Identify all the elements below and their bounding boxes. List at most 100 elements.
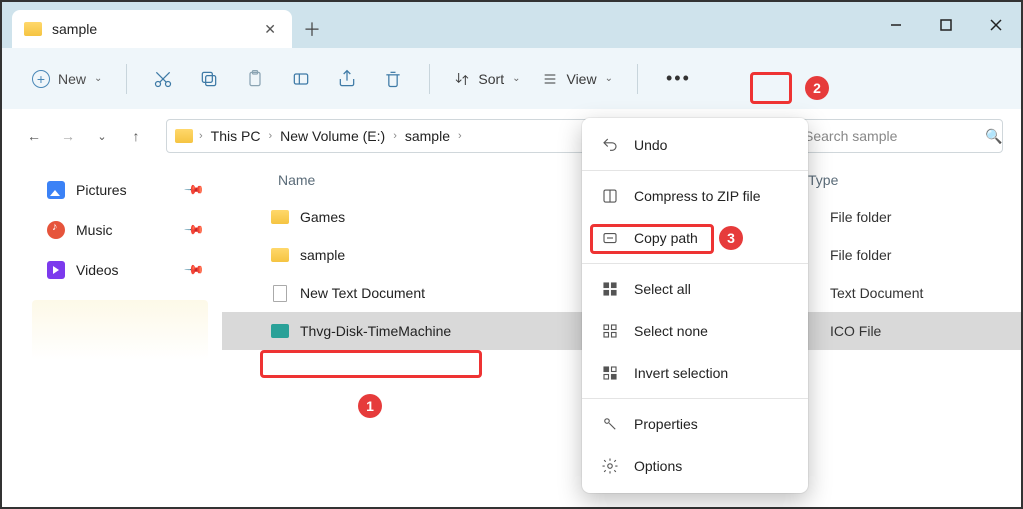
search-box[interactable]: 🔍 (793, 119, 1003, 153)
view-button[interactable]: View ⌄ (534, 65, 620, 93)
sidebar-item-label: Pictures (76, 182, 174, 198)
pin-icon: 📌 (183, 259, 206, 282)
undo-icon (600, 136, 620, 154)
copy-button[interactable] (189, 59, 229, 99)
separator (582, 263, 808, 264)
folder-icon (175, 129, 193, 143)
invert-icon (600, 364, 620, 382)
annotation-badge-3: 3 (719, 226, 743, 250)
menu-label: Properties (634, 416, 698, 432)
menu-label: Undo (634, 137, 667, 153)
search-input[interactable] (804, 128, 985, 144)
chevron-right-icon: › (193, 130, 209, 142)
menu-options[interactable]: Options (582, 445, 808, 487)
maximize-button[interactable] (921, 2, 971, 48)
menu-label: Copy path (634, 230, 698, 246)
menu-label: Options (634, 458, 682, 474)
select-all-icon (600, 280, 620, 298)
up-button[interactable]: ↑ (122, 122, 150, 150)
crumb-this-pc[interactable]: This PC (209, 126, 263, 146)
options-icon (600, 457, 620, 475)
properties-icon (600, 415, 620, 433)
cut-button[interactable] (143, 59, 183, 99)
separator (582, 170, 808, 171)
main: Pictures 📌 Music 📌 Videos 📌 Name ⌃ Type … (2, 162, 1021, 507)
zip-icon (600, 187, 620, 205)
separator (429, 64, 430, 94)
menu-compress[interactable]: Compress to ZIP file (582, 175, 808, 217)
recent-button[interactable]: ⌄ (88, 122, 116, 150)
sort-button[interactable]: Sort ⌄ (446, 65, 528, 93)
rename-button[interactable] (281, 59, 321, 99)
tab-active[interactable]: sample ✕ (12, 10, 292, 48)
pictures-icon (46, 180, 66, 200)
titlebar: sample ✕ ＋ (2, 2, 1021, 48)
file-type: File folder (830, 247, 891, 263)
sidebar-item-pictures[interactable]: Pictures 📌 (2, 170, 222, 210)
new-tab-button[interactable]: ＋ (292, 10, 332, 48)
chevron-right-icon: › (387, 130, 403, 142)
view-label: View (566, 71, 596, 87)
menu-properties[interactable]: Properties (582, 403, 808, 445)
annotation-badge-2: 2 (805, 76, 829, 100)
file-type: File folder (830, 209, 891, 225)
menu-label: Invert selection (634, 365, 728, 381)
paste-button[interactable] (235, 59, 275, 99)
chevron-down-icon: ⌄ (512, 73, 520, 84)
search-icon[interactable]: 🔍 (985, 128, 1002, 145)
file-icon (270, 284, 290, 302)
nav-row: ← → ⌄ ↑ › This PC › New Volume (E:) › sa… (2, 110, 1021, 162)
crumb-sample[interactable]: sample (403, 126, 452, 146)
menu-select-none[interactable]: Select none (582, 310, 808, 352)
more-button[interactable]: ••• (654, 62, 703, 95)
delete-button[interactable] (373, 59, 413, 99)
copy-path-icon (600, 229, 620, 247)
menu-invert[interactable]: Invert selection (582, 352, 808, 394)
chevron-down-icon: ⌄ (605, 73, 613, 84)
menu-label: Select none (634, 323, 708, 339)
forward-button[interactable]: → (54, 122, 82, 150)
quick-access-preview (32, 300, 208, 360)
ico-file-icon (270, 322, 290, 340)
sidebar-item-music[interactable]: Music 📌 (2, 210, 222, 250)
plus-circle-icon: + (32, 70, 50, 88)
menu-label: Compress to ZIP file (634, 188, 761, 204)
music-icon (46, 220, 66, 240)
chevron-down-icon: ⌄ (94, 73, 102, 84)
file-type: ICO File (830, 323, 881, 339)
folder-icon (24, 22, 42, 36)
chevron-right-icon: › (452, 130, 468, 142)
pin-icon: 📌 (183, 179, 206, 202)
menu-label: Select all (634, 281, 691, 297)
sidebar: Pictures 📌 Music 📌 Videos 📌 (2, 162, 222, 507)
share-button[interactable] (327, 59, 367, 99)
menu-undo[interactable]: Undo (582, 124, 808, 166)
separator (582, 398, 808, 399)
videos-icon (46, 260, 66, 280)
select-none-icon (600, 322, 620, 340)
separator (637, 64, 638, 94)
close-icon[interactable]: ✕ (260, 17, 280, 42)
sidebar-item-label: Music (76, 222, 174, 238)
close-button[interactable] (971, 2, 1021, 48)
folder-icon (270, 208, 290, 226)
window-controls (871, 2, 1021, 48)
tab-title: sample (52, 21, 260, 37)
folder-icon (270, 246, 290, 264)
separator (126, 64, 127, 94)
new-button[interactable]: + New ⌄ (24, 64, 110, 94)
new-label: New (58, 71, 86, 87)
sidebar-item-label: Videos (76, 262, 174, 278)
menu-copy-path[interactable]: Copy path (582, 217, 808, 259)
crumb-volume[interactable]: New Volume (E:) (278, 126, 387, 146)
toolbar: + New ⌄ Sort ⌄ View ⌄ ••• (2, 48, 1021, 110)
column-type[interactable]: Type (808, 172, 1008, 188)
chevron-right-icon: › (262, 130, 278, 142)
back-button[interactable]: ← (20, 122, 48, 150)
menu-select-all[interactable]: Select all (582, 268, 808, 310)
sidebar-item-videos[interactable]: Videos 📌 (2, 250, 222, 290)
annotation-badge-1: 1 (358, 394, 382, 418)
minimize-button[interactable] (871, 2, 921, 48)
file-type: Text Document (830, 285, 923, 301)
context-menu: Undo Compress to ZIP file Copy path Sele… (582, 118, 808, 493)
